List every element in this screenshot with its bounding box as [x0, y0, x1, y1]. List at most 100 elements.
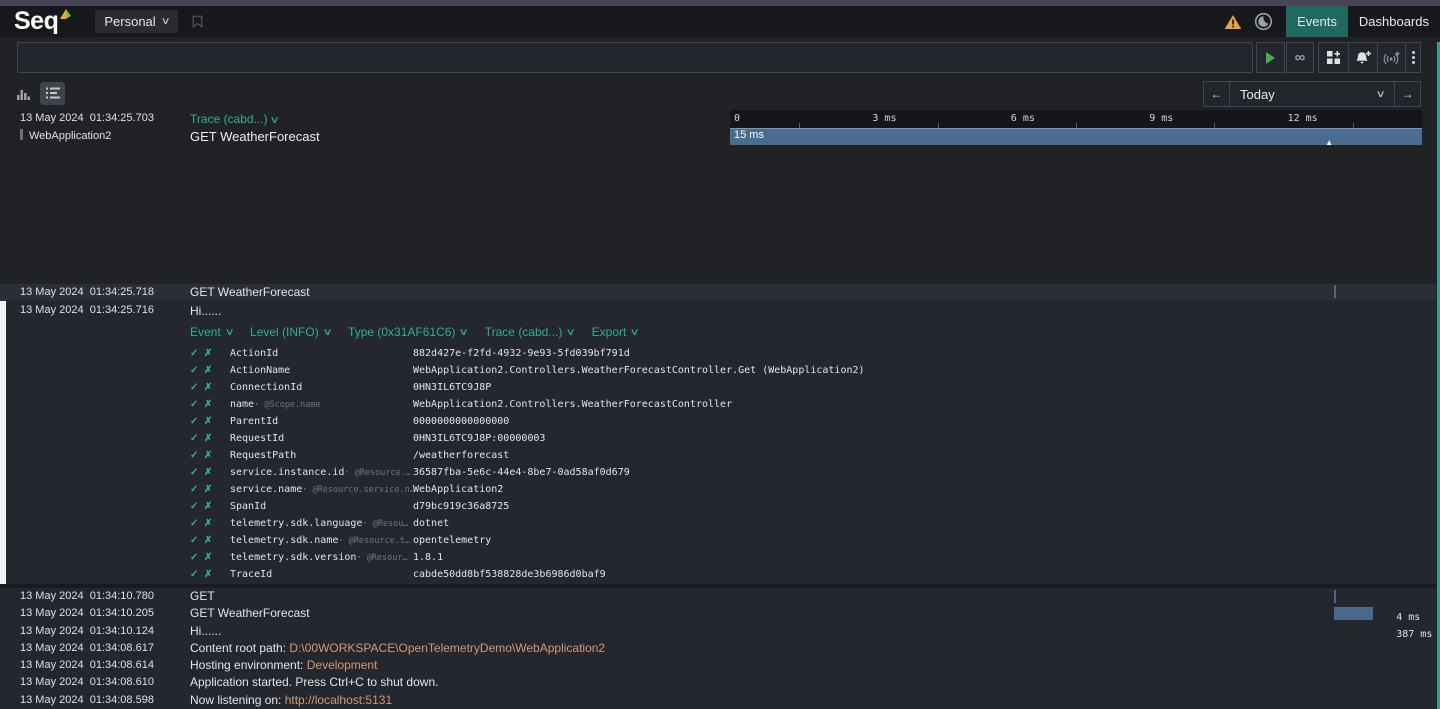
- run-query-button[interactable]: [1256, 42, 1285, 73]
- filter-exclude-icon[interactable]: ✗: [204, 549, 212, 566]
- chevron-down-icon: ∨: [160, 16, 171, 27]
- event-row-selected[interactable]: 13 May 2024 01:34:25.718 GET WeatherFore…: [0, 284, 1436, 318]
- filter-exclude-icon[interactable]: ✗: [204, 396, 212, 413]
- property-name[interactable]: telemetry.sdk.language@Resou…: [230, 515, 409, 533]
- filter-exclude-icon[interactable]: ✗: [204, 379, 212, 396]
- add-alert-button[interactable]: [1348, 42, 1377, 73]
- property-value[interactable]: 1.8.1: [413, 549, 443, 566]
- warning-icon[interactable]: [1218, 14, 1248, 30]
- event-row[interactable]: 13 May 2024 01:34:08.617 Content root pa…: [0, 640, 1436, 657]
- filter-exclude-icon[interactable]: ✗: [204, 464, 212, 481]
- filter-include-icon[interactable]: ✓: [190, 464, 198, 481]
- expanded-list-view-toggle[interactable]: [40, 82, 65, 105]
- tail-stream-button[interactable]: ∞: [1286, 42, 1314, 73]
- property-value[interactable]: WebApplication2: [413, 481, 503, 498]
- add-signal-button[interactable]: [1377, 42, 1405, 73]
- property-name[interactable]: service.name@Resource.service.n…: [230, 481, 415, 499]
- filter-exclude-icon[interactable]: ✗: [204, 345, 212, 362]
- property-name[interactable]: SpanId: [230, 498, 266, 516]
- property-name[interactable]: ConnectionId: [230, 379, 302, 397]
- property-name[interactable]: ActionId: [230, 345, 278, 363]
- property-name[interactable]: telemetry.sdk.version@Resour…: [230, 549, 408, 567]
- filter-include-icon[interactable]: ✓: [190, 396, 198, 413]
- property-value[interactable]: opentelemetry: [413, 532, 491, 549]
- property-name[interactable]: TraceId: [230, 566, 272, 584]
- workspace-selector[interactable]: Personal ∨: [95, 10, 178, 33]
- event-row[interactable]: 13 May 2024 01:34:08.614 Hosting environ…: [0, 657, 1436, 674]
- detail-menu-item[interactable]: Level (INFO) ∨: [250, 325, 332, 339]
- filter-include-icon[interactable]: ✓: [190, 498, 198, 515]
- filter-exclude-icon[interactable]: ✗: [204, 532, 212, 549]
- property-value[interactable]: 882d427e-f2fd-4932-9e93-5fd039bf791d: [413, 345, 630, 362]
- next-range-button[interactable]: →: [1394, 82, 1420, 106]
- property-name[interactable]: RequestPath: [230, 447, 296, 465]
- property-name[interactable]: ParentId: [230, 413, 278, 431]
- trace-span-title: GET WeatherForecast: [190, 129, 320, 144]
- filter-include-icon[interactable]: ✓: [190, 549, 198, 566]
- event-row[interactable]: 13 May 2024 01:34:08.598 Now listening o…: [0, 692, 1436, 709]
- property-name[interactable]: ActionName: [230, 362, 290, 380]
- event-row[interactable]: 13 May 2024 01:34:10.124 Hi......: [0, 623, 1436, 640]
- event-row[interactable]: 13 May 2024 01:34:10.205 GET WeatherFore…: [0, 605, 1436, 640]
- property-value[interactable]: dotnet: [413, 515, 449, 532]
- filter-exclude-icon[interactable]: ✗: [204, 515, 212, 532]
- date-range-selector[interactable]: Today ∨: [1230, 82, 1394, 106]
- previous-range-button[interactable]: ←: [1204, 82, 1230, 106]
- filter-exclude-icon[interactable]: ✗: [204, 430, 212, 447]
- event-row[interactable]: 13 May 2024 01:34:10.780 GET 4 ms: [0, 588, 1436, 623]
- filter-include-icon[interactable]: ✓: [190, 430, 198, 447]
- property-value[interactable]: 0HN3IL6TC9J8P: [413, 379, 491, 396]
- bookmark-icon[interactable]: [190, 14, 205, 29]
- filter-include-icon[interactable]: ✓: [190, 447, 198, 464]
- event-row[interactable]: 13 May 2024 01:34:08.610 Application sta…: [0, 674, 1436, 691]
- property-value[interactable]: 36587fba-5e6c-44e4-8be7-0ad58af0d679: [413, 464, 630, 481]
- filter-exclude-icon[interactable]: ✗: [204, 498, 212, 515]
- trace-duration-bar[interactable]: 15 ms ▲: [730, 128, 1422, 147]
- property-name[interactable]: RequestId: [230, 430, 284, 448]
- detail-menu-item[interactable]: Type (0x31AF61C6) ∨: [348, 325, 469, 339]
- nav-tab[interactable]: Dashboards: [1348, 6, 1440, 37]
- event-timestamp: 13 May 2024 01:34:10.780: [20, 590, 154, 602]
- detail-menu-item[interactable]: Event ∨: [190, 325, 234, 339]
- kebab-menu-icon: [1411, 49, 1415, 66]
- filter-include-icon[interactable]: ✓: [190, 362, 198, 379]
- property-name[interactable]: name@Scope.name: [230, 396, 321, 414]
- bell-add-icon: [1356, 51, 1371, 64]
- property-value[interactable]: d79bc919c36a8725: [413, 498, 509, 515]
- more-options-button[interactable]: [1405, 42, 1421, 73]
- histogram-view-toggle[interactable]: [12, 82, 37, 105]
- seq-logo[interactable]: Seq: [14, 6, 72, 37]
- filter-exclude-icon[interactable]: ✗: [204, 481, 212, 498]
- filter-exclude-icon[interactable]: ✗: [204, 362, 212, 379]
- property-value[interactable]: WebApplication2.Controllers.WeatherForec…: [413, 396, 732, 413]
- filter-include-icon[interactable]: ✓: [190, 345, 198, 362]
- nav-tab[interactable]: Events: [1286, 6, 1348, 37]
- filter-include-icon[interactable]: ✓: [190, 413, 198, 430]
- filter-include-icon[interactable]: ✓: [190, 532, 198, 549]
- filter-include-icon[interactable]: ✓: [190, 515, 198, 532]
- property-value[interactable]: WebApplication2.Controllers.WeatherForec…: [413, 362, 865, 379]
- detail-menu-item-label: Trace (cabd...): [484, 325, 563, 339]
- filter-exclude-icon[interactable]: ✗: [204, 566, 212, 583]
- property-value[interactable]: 0HN3IL6TC9J8P:00000003: [413, 430, 545, 447]
- expanded-event[interactable]: 13 May 2024 01:34:25.716 Hi...... Event …: [0, 301, 1436, 584]
- filter-include-icon[interactable]: ✓: [190, 481, 198, 498]
- property-value[interactable]: 0000000000000000: [413, 413, 509, 430]
- filter-exclude-icon[interactable]: ✗: [204, 413, 212, 430]
- property-value[interactable]: cabde50dd8bf538828de3b6986d0baf9: [413, 566, 606, 583]
- property-name[interactable]: telemetry.sdk.name@Resource.t…: [230, 532, 410, 550]
- event-detail-menu: Event ∨ Level (INFO) ∨ Type (0x31AF61C6)…: [190, 325, 640, 339]
- filter-include-icon[interactable]: ✓: [190, 566, 198, 583]
- detail-menu-item[interactable]: Export ∨: [592, 325, 640, 339]
- detail-menu-item[interactable]: Trace (cabd...) ∨: [484, 325, 576, 339]
- filter-exclude-icon[interactable]: ✗: [204, 447, 212, 464]
- dark-mode-moon-icon[interactable]: [1248, 12, 1278, 31]
- trace-dropdown[interactable]: Trace (cabd...) ∨: [190, 112, 280, 126]
- property-name[interactable]: service.instance.id@Resource.…: [230, 464, 411, 482]
- filter-include-icon[interactable]: ✓: [190, 379, 198, 396]
- add-to-dashboard-button[interactable]: [1318, 42, 1348, 73]
- search-input[interactable]: [17, 42, 1253, 73]
- event-message: Application started. Press Ctrl+C to shu…: [190, 675, 439, 690]
- event-properties-table: ✓ ✗ ActionId 882d427e-f2fd-4932-9e93-5fd…: [6, 345, 1436, 583]
- property-value[interactable]: /weatherforecast: [413, 447, 509, 464]
